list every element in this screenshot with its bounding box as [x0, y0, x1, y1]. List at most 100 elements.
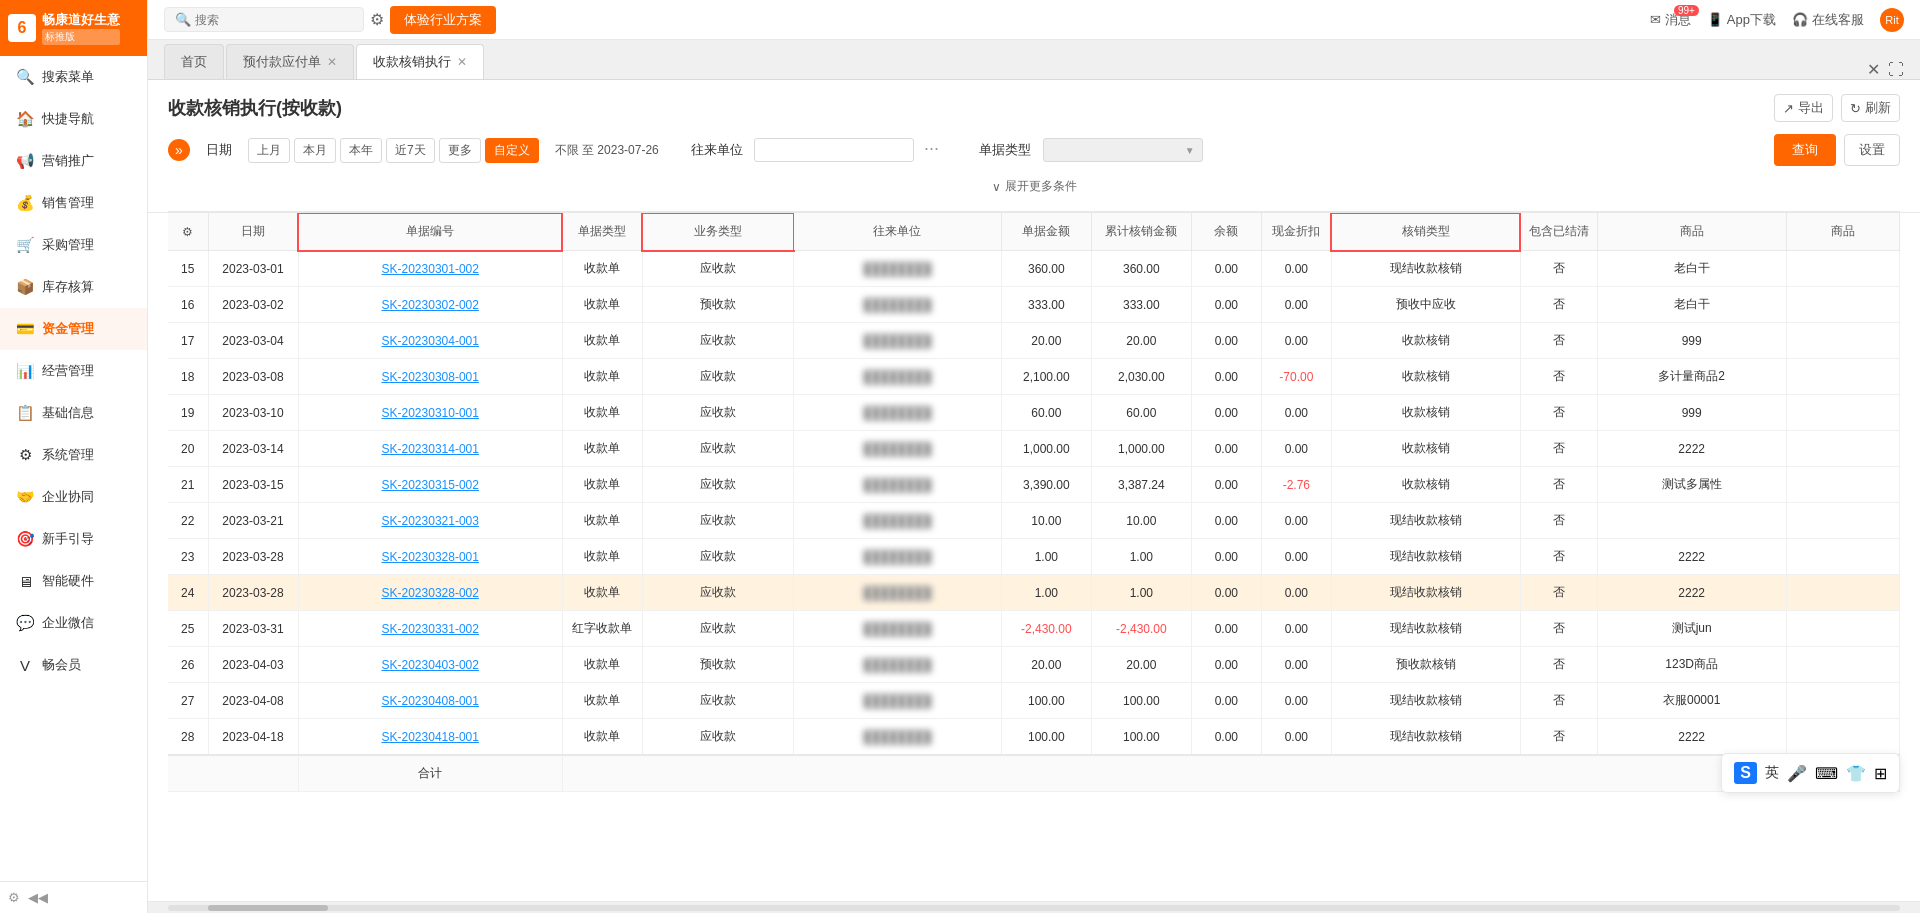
bill-no-link[interactable]: SK-20230403-002 [382, 658, 479, 672]
bill-no-link[interactable]: SK-20230328-001 [382, 550, 479, 564]
th-date: 日期 [208, 213, 298, 251]
sidebar-bottom: ⚙ ◀◀ [0, 881, 147, 913]
th-product: 商品 [1597, 213, 1786, 251]
sidebar-item-inventory[interactable]: 📦库存核算 [0, 266, 147, 308]
expand-button[interactable]: ∨ 展开更多条件 [992, 178, 1077, 195]
scroll-thumb[interactable] [208, 905, 328, 911]
table-row: 17 2023-03-04 SK-20230304-001 收款单 应收款 ██… [168, 323, 1900, 359]
sidebar-item-enterprise[interactable]: 🤝企业协同 [0, 476, 147, 518]
th-partner: 往来单位 [794, 213, 1002, 251]
basic-icon: 📋 [16, 404, 34, 422]
bill-no-link[interactable]: SK-20230418-001 [382, 730, 479, 744]
keyboard-icon[interactable]: ⌨ [1815, 764, 1838, 783]
maximize-icon[interactable]: ⛶ [1888, 61, 1904, 79]
bill-no-link[interactable]: SK-20230302-002 [382, 298, 479, 312]
th-cancel-amt: 累计核销金额 [1091, 213, 1191, 251]
chevron-down-icon: ∨ [992, 180, 1001, 194]
sidebar-logo: 6 畅康道好生意 标推版 [0, 0, 147, 56]
search-icon: 🔍 [16, 68, 34, 86]
table-row: 20 2023-03-14 SK-20230314-001 收款单 应收款 ██… [168, 431, 1900, 467]
filter-partner-area: 往来单位 ··· [691, 138, 939, 162]
filter-this-month[interactable]: 本月 [294, 138, 336, 163]
user-avatar[interactable]: Rit [1880, 8, 1904, 32]
bill-no-link[interactable]: SK-20230314-001 [382, 442, 479, 456]
th-include: 包含已结清 [1520, 213, 1597, 251]
sidebar-item-basic[interactable]: 📋基础信息 [0, 392, 147, 434]
bill-no-link[interactable]: SK-20230301-002 [382, 262, 479, 276]
sidebar-item-wechat[interactable]: 💬企业微信 [0, 602, 147, 644]
th-biz-type: 业务类型 [642, 213, 793, 251]
finance-icon: 💳 [16, 320, 34, 338]
gear-icon[interactable]: ⚙ [370, 10, 384, 29]
mic-icon[interactable]: 🎤 [1787, 764, 1807, 783]
page-header: 收款核销执行(按收款) ↗ 导出 ↻ 刷新 » 日期 上月 本月 [148, 80, 1920, 213]
filter-last-month[interactable]: 上月 [248, 138, 290, 163]
filter-custom[interactable]: 自定义 [485, 138, 539, 163]
search-box[interactable]: 🔍 [164, 7, 364, 32]
export-icon: ↗ [1783, 101, 1794, 116]
query-button[interactable]: 查询 [1774, 134, 1836, 166]
table-row: 19 2023-03-10 SK-20230310-001 收款单 应收款 ██… [168, 395, 1900, 431]
app-download-item[interactable]: 📱 App下载 [1707, 11, 1776, 29]
bill-no-link[interactable]: SK-20230304-001 [382, 334, 479, 348]
bill-no-link[interactable]: SK-20230310-001 [382, 406, 479, 420]
sidebar-item-guide[interactable]: 🎯新手引导 [0, 518, 147, 560]
th-settings[interactable]: ⚙ [168, 213, 208, 251]
tab-receipt[interactable]: 收款核销执行✕ [356, 44, 484, 79]
close-tab-icon[interactable]: ✕ [1867, 60, 1880, 79]
collapse-icon[interactable]: ◀◀ [28, 890, 48, 905]
table-row: 23 2023-03-28 SK-20230328-001 收款单 应收款 ██… [168, 539, 1900, 575]
table-row: 22 2023-03-21 SK-20230321-003 收款单 应收款 ██… [168, 503, 1900, 539]
tab-close-prepay[interactable]: ✕ [327, 55, 337, 69]
bill-no-link[interactable]: SK-20230328-002 [382, 586, 479, 600]
table-row: 26 2023-04-03 SK-20230403-002 收款单 预收款 ██… [168, 647, 1900, 683]
bill-no-link[interactable]: SK-20230408-001 [382, 694, 479, 708]
th-amount: 单据金额 [1001, 213, 1091, 251]
sidebar-item-search[interactable]: 🔍搜索菜单 [0, 56, 147, 98]
filter-area: » 日期 上月 本月 本年 近7天 更多 自定义 不限 至 2023-07-26… [168, 134, 1900, 212]
refresh-button[interactable]: ↻ 刷新 [1841, 94, 1900, 122]
partner-dots[interactable]: ··· [924, 138, 939, 158]
tab-prepay[interactable]: 预付款应付单✕ [226, 44, 354, 79]
partner-input[interactable] [754, 138, 914, 162]
sidebar-item-finance[interactable]: 💳资金管理 [0, 308, 147, 350]
tab-home[interactable]: 首页 [164, 44, 224, 79]
shirt-icon[interactable]: 👕 [1846, 764, 1866, 783]
tab-close-receipt[interactable]: ✕ [457, 55, 467, 69]
search-icon: 🔍 [175, 12, 191, 27]
search-input[interactable] [195, 13, 335, 27]
filter-more[interactable]: 更多 [439, 138, 481, 163]
sidebar-item-sales[interactable]: 💰销售管理 [0, 182, 147, 224]
sidebar-item-system[interactable]: ⚙系统管理 [0, 434, 147, 476]
settings-button[interactable]: 设置 [1844, 134, 1900, 166]
sidebar-item-hardware[interactable]: 🖥智能硬件 [0, 560, 147, 602]
sidebar-item-purchase[interactable]: 🛒采购管理 [0, 224, 147, 266]
bill-no-link[interactable]: SK-20230308-001 [382, 370, 479, 384]
phone-icon: 📱 [1707, 12, 1723, 27]
filter-toggle-button[interactable]: » [168, 139, 190, 161]
filter-date-buttons: 上月 本月 本年 近7天 更多 自定义 [248, 138, 539, 163]
message-item[interactable]: ✉ 消息 99+ [1650, 11, 1691, 29]
bill-no-link[interactable]: SK-20230331-002 [382, 622, 479, 636]
th-balance: 余额 [1191, 213, 1261, 251]
sidebar-item-quicknav[interactable]: 🏠快捷导航 [0, 98, 147, 140]
export-button[interactable]: ↗ 导出 [1774, 94, 1833, 122]
filter-this-year[interactable]: 本年 [340, 138, 382, 163]
sidebar-item-operation[interactable]: 📊经营管理 [0, 350, 147, 392]
brand-logo: S [1734, 762, 1757, 784]
bill-no-link[interactable]: SK-20230315-002 [382, 478, 479, 492]
scroll-indicator[interactable] [148, 901, 1920, 913]
grid-icon[interactable]: ⊞ [1874, 764, 1887, 783]
bill-no-link[interactable]: SK-20230321-003 [382, 514, 479, 528]
settings-icon[interactable]: ⚙ [8, 890, 20, 905]
sidebar-item-member[interactable]: V畅会员 [0, 644, 147, 686]
industry-solution-button[interactable]: 体验行业方案 [390, 6, 496, 34]
sidebar-item-marketing[interactable]: 📢营销推广 [0, 140, 147, 182]
online-service-item[interactable]: 🎧 在线客服 [1792, 11, 1864, 29]
filter-row: » 日期 上月 本月 本年 近7天 更多 自定义 不限 至 2023-07-26… [168, 134, 1900, 166]
system-icon: ⚙ [16, 446, 34, 464]
topbar: 🔍 ⚙ 体验行业方案 ✉ 消息 99+ 📱 App下载 🎧 在线客服 Rit [148, 0, 1920, 40]
watermark-overlay: S 英 🎤 ⌨ 👕 ⊞ [1721, 753, 1900, 793]
filter-7days[interactable]: 近7天 [386, 138, 435, 163]
bill-type-select[interactable] [1043, 138, 1203, 162]
